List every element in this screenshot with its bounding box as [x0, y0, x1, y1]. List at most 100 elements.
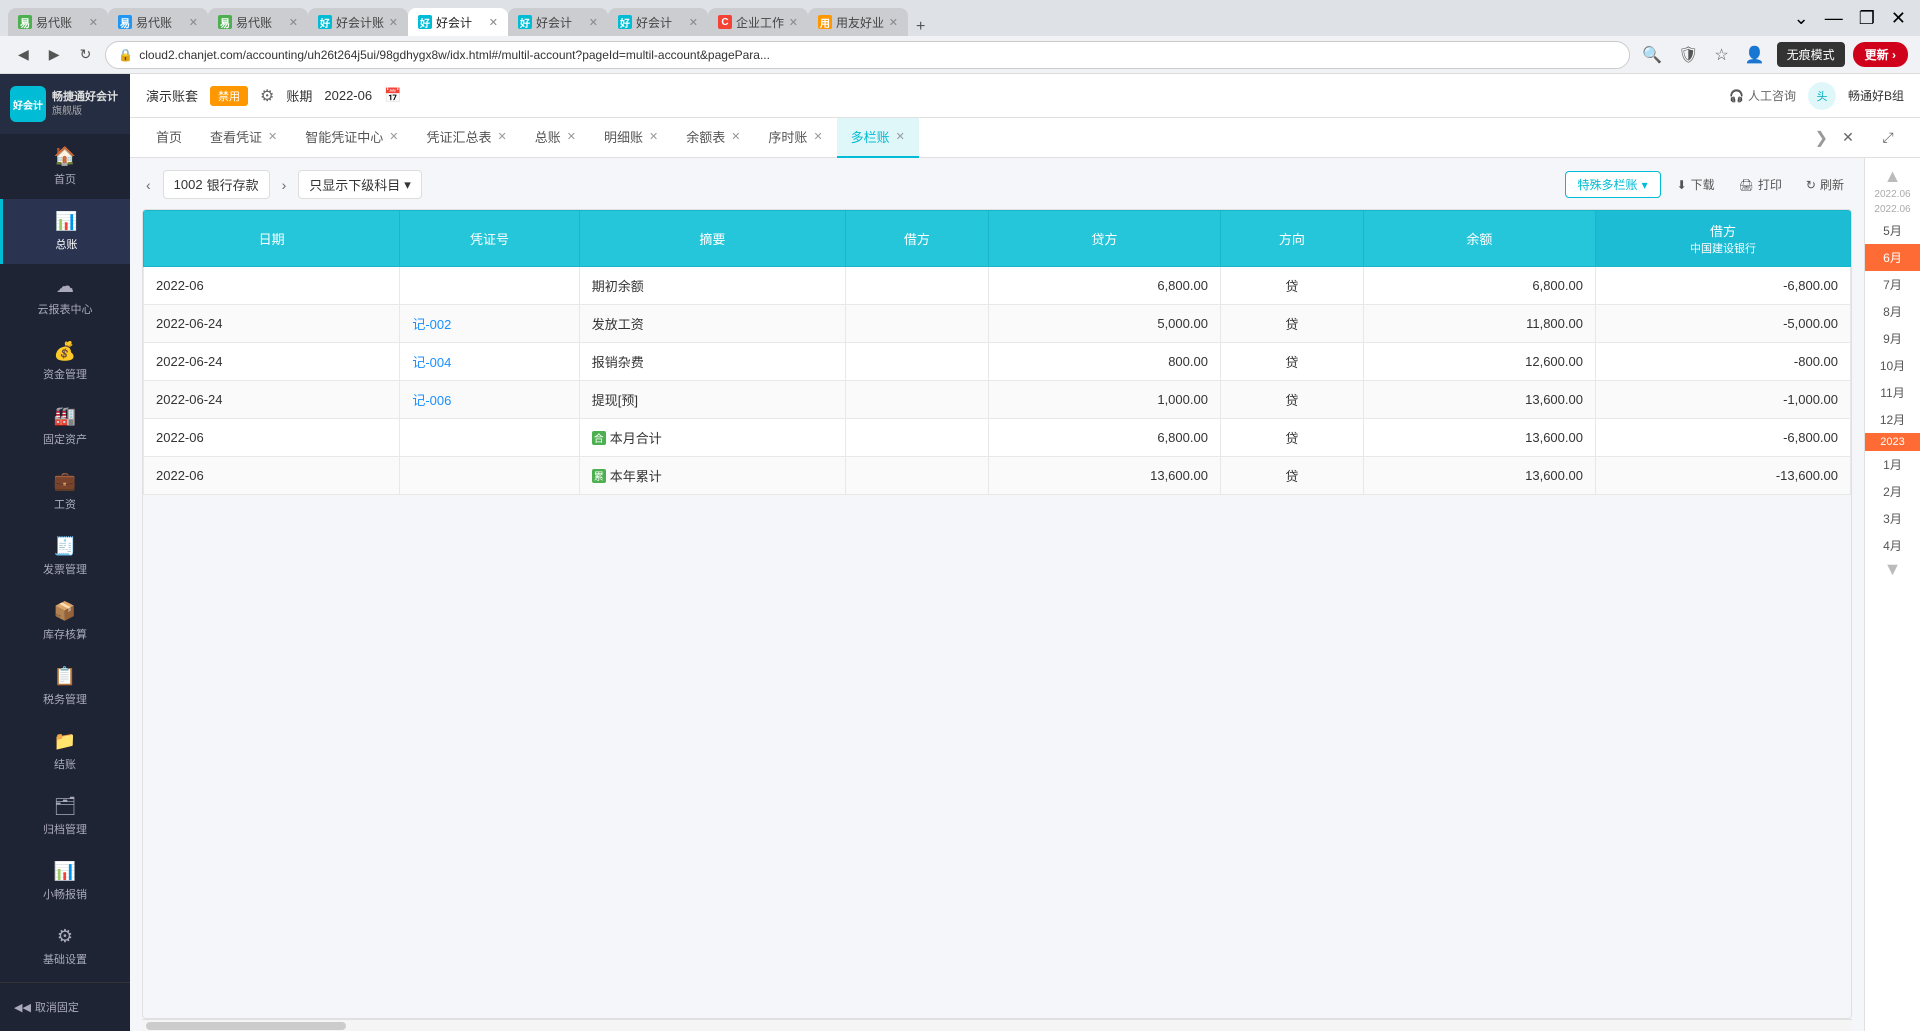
- sidebar-item-archive[interactable]: 🗂 归档管理: [0, 784, 130, 849]
- timeline-month-3[interactable]: 3月: [1865, 505, 1920, 532]
- shield-icon[interactable]: 🛡: [1674, 41, 1702, 69]
- panel-expand-icon[interactable]: ⤢: [1868, 118, 1908, 158]
- settings-gear-icon[interactable]: ⚙: [260, 86, 274, 106]
- sidebar-item-settlement[interactable]: 📁 结账: [0, 719, 130, 784]
- tab-view-voucher[interactable]: 查看凭证 ✕: [196, 118, 291, 158]
- tab-yidaizhang-2[interactable]: 易 易代账 ✕: [108, 8, 208, 36]
- tab-seq-ledger-close[interactable]: ✕: [813, 130, 822, 143]
- tab-list-button[interactable]: ⌄: [1788, 4, 1815, 33]
- tab-multi-col[interactable]: 多栏账 ✕: [837, 118, 919, 158]
- sidebar-item-settings[interactable]: ⚙ 基础设置: [0, 914, 130, 979]
- tab-yidaizhang-3[interactable]: 易 易代账 ✕: [208, 8, 308, 36]
- service-button[interactable]: 🎧 人工咨询: [1729, 87, 1796, 104]
- tab-haohuiji-4[interactable]: 好 好会计账 ✕: [308, 8, 408, 36]
- sidebar-item-invoice[interactable]: 🧾 发票管理: [0, 524, 130, 589]
- tab-haohuiji-7[interactable]: 好 好会计 ✕: [608, 8, 708, 36]
- tab-general-ledger[interactable]: 总账 ✕: [521, 118, 590, 158]
- tab-haohuiji-5[interactable]: 好 好会计 ✕: [408, 8, 508, 36]
- timeline-month-12[interactable]: 12月: [1865, 406, 1920, 433]
- row2-voucher[interactable]: 记-002: [400, 305, 579, 343]
- new-tab-button[interactable]: +: [908, 18, 933, 36]
- timeline-month-2[interactable]: 2月: [1865, 478, 1920, 505]
- tab-close-9[interactable]: ✕: [889, 16, 898, 29]
- tab-smart-voucher[interactable]: 智能凭证中心 ✕: [291, 118, 412, 158]
- row4-voucher[interactable]: 记-006: [400, 381, 579, 419]
- sum-icon-5: 合: [592, 431, 606, 445]
- sidebar-item-cloud-report[interactable]: ☁ 云报表中心: [0, 264, 130, 329]
- timeline-scroll-down[interactable]: ▼: [1884, 559, 1902, 580]
- account-next-button[interactable]: ›: [278, 173, 291, 197]
- tab-enterprise-8[interactable]: C 企业工作 ✕: [708, 8, 808, 36]
- account-prev-button[interactable]: ‹: [142, 173, 155, 197]
- tab-yonyou-9[interactable]: 用 用友好业 ✕: [808, 8, 908, 36]
- tab-smart-voucher-close[interactable]: ✕: [389, 130, 398, 143]
- pin-button[interactable]: ◀◀ 取消固定: [8, 993, 122, 1021]
- close-window-button[interactable]: ✕: [1885, 4, 1912, 33]
- panel-close-icon[interactable]: ✕: [1828, 118, 1868, 158]
- sidebar-item-tax[interactable]: 📋 税务管理: [0, 654, 130, 719]
- sidebar-item-payroll[interactable]: 💼 工资: [0, 459, 130, 524]
- tab-balance[interactable]: 余额表 ✕: [672, 118, 754, 158]
- forward-button[interactable]: ▶: [43, 42, 66, 67]
- tab-yidaizhang-1[interactable]: 易 易代账 ✕: [8, 8, 108, 36]
- sidebar-item-fund[interactable]: 💰 资金管理: [0, 329, 130, 394]
- tab-seq-ledger[interactable]: 序时账 ✕: [754, 118, 836, 158]
- search-icon[interactable]: 🔍: [1638, 41, 1666, 69]
- tab-voucher-summary[interactable]: 凭证汇总表 ✕: [412, 118, 520, 158]
- no-trace-mode-button[interactable]: 无痕模式: [1777, 42, 1845, 67]
- multi-col-button[interactable]: 特殊多栏账 ▾: [1565, 171, 1661, 198]
- timeline-month-1[interactable]: 1月: [1865, 451, 1920, 478]
- print-button[interactable]: 🖨 打印: [1731, 171, 1790, 198]
- download-button[interactable]: ⬇ 下载: [1669, 171, 1723, 198]
- minimize-button[interactable]: —: [1819, 4, 1849, 33]
- tab-close-3[interactable]: ✕: [289, 16, 298, 29]
- tab-voucher-summary-close[interactable]: ✕: [498, 130, 507, 143]
- horizontal-scrollbar[interactable]: [142, 1019, 1852, 1031]
- row3-voucher[interactable]: 记-004: [400, 343, 579, 381]
- update-button[interactable]: 更新 ›: [1853, 42, 1908, 67]
- timeline-scroll-up[interactable]: ▲: [1884, 166, 1902, 187]
- tab-view-voucher-close[interactable]: ✕: [268, 130, 277, 143]
- calendar-icon[interactable]: 📅: [384, 87, 401, 104]
- account-selector[interactable]: 1002 银行存款: [163, 170, 270, 199]
- tab-close-5[interactable]: ✕: [489, 16, 498, 29]
- star-icon[interactable]: ☆: [1710, 41, 1732, 69]
- sidebar-label-ledger: 总账: [56, 236, 78, 252]
- timeline-month-8[interactable]: 8月: [1865, 298, 1920, 325]
- filter-selector[interactable]: 只显示下级科目 ▾: [298, 170, 422, 199]
- tab-close-7[interactable]: ✕: [689, 16, 698, 29]
- tab-multi-col-close[interactable]: ✕: [896, 130, 905, 143]
- sidebar-item-ledger[interactable]: 📊 总账: [0, 199, 130, 264]
- tab-close-4[interactable]: ✕: [389, 16, 398, 29]
- tab-close-2[interactable]: ✕: [189, 16, 198, 29]
- sidebar-item-expense[interactable]: 📊 小畅报销: [0, 849, 130, 914]
- tab-haohuiji-6[interactable]: 好 好会计 ✕: [508, 8, 608, 36]
- refresh-button[interactable]: ↻ 刷新: [1798, 171, 1852, 198]
- profile-icon[interactable]: 👤: [1741, 41, 1769, 69]
- sidebar-item-home[interactable]: 🏠 首页: [0, 134, 130, 199]
- sidebar-item-fixed-assets[interactable]: 🏭 固定资产: [0, 394, 130, 459]
- h-scroll-thumb[interactable]: [146, 1022, 346, 1030]
- url-bar[interactable]: 🔒 cloud2.chanjet.com/accounting/uh26t264…: [105, 41, 1630, 69]
- timeline-month-10[interactable]: 10月: [1865, 352, 1920, 379]
- timeline-month-7[interactable]: 7月: [1865, 271, 1920, 298]
- reload-button[interactable]: ↻: [74, 42, 98, 67]
- tab-detail-ledger-close[interactable]: ✕: [649, 130, 658, 143]
- tag-button[interactable]: 禁用: [210, 86, 248, 106]
- tab-arrow-icon[interactable]: ❯: [1815, 128, 1828, 148]
- sidebar-item-inventory[interactable]: 📦 库存核算: [0, 589, 130, 654]
- timeline-month-4[interactable]: 4月: [1865, 532, 1920, 559]
- tab-close-6[interactable]: ✕: [589, 16, 598, 29]
- tab-general-ledger-close[interactable]: ✕: [567, 130, 576, 143]
- maximize-button[interactable]: ❐: [1853, 4, 1881, 33]
- back-button[interactable]: ◀: [12, 42, 35, 67]
- timeline-month-6[interactable]: 6月: [1865, 244, 1920, 271]
- tab-home[interactable]: 首页: [142, 118, 196, 158]
- timeline-month-11[interactable]: 11月: [1865, 379, 1920, 406]
- timeline-month-5[interactable]: 5月: [1865, 217, 1920, 244]
- tab-detail-ledger[interactable]: 明细账 ✕: [590, 118, 672, 158]
- tab-close-1[interactable]: ✕: [89, 16, 98, 29]
- tab-balance-close[interactable]: ✕: [731, 130, 740, 143]
- timeline-month-9[interactable]: 9月: [1865, 325, 1920, 352]
- tab-close-8[interactable]: ✕: [789, 16, 798, 29]
